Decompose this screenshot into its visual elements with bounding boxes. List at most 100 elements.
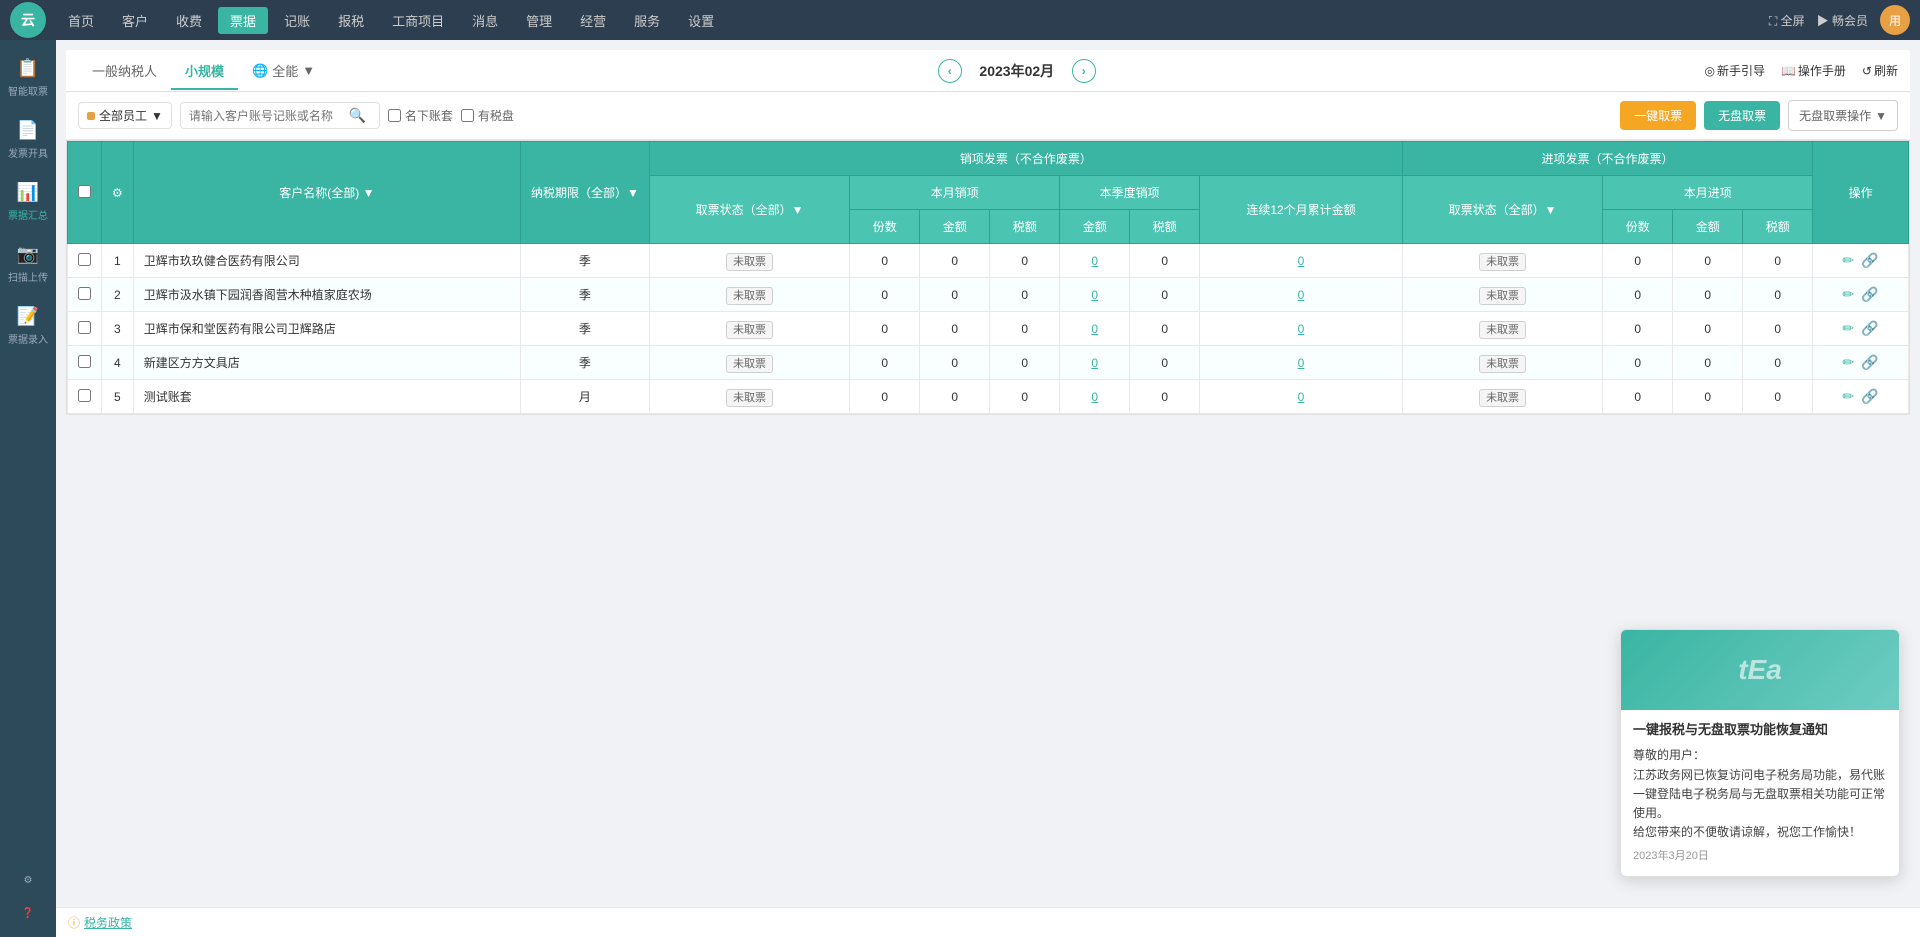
- settings-col-icon[interactable]: ⚙: [112, 186, 123, 200]
- edit-icon[interactable]: ✏: [1842, 252, 1854, 268]
- customer-name-cell: 卫辉市玖玖健合医药有限公司: [133, 244, 520, 278]
- tax-policy-link[interactable]: 税务政策: [84, 914, 132, 931]
- nav-accounting[interactable]: 记账: [272, 7, 322, 34]
- row-checkbox[interactable]: [78, 287, 91, 300]
- sales-quarter-tax-cell: 0: [1130, 244, 1200, 278]
- annual12-cell: 0: [1200, 278, 1403, 312]
- nav-customer[interactable]: 客户: [110, 7, 160, 34]
- search-icon[interactable]: 🔍: [349, 107, 366, 124]
- row-checkbox[interactable]: [78, 253, 91, 266]
- purchase-status-cell: 未取票: [1402, 278, 1602, 312]
- tax-disk-filter[interactable]: 有税盘: [461, 107, 514, 124]
- sidebar-item-scan-upload[interactable]: 📷 扫描上传: [0, 236, 56, 292]
- purchase-month-copies-cell: 0: [1603, 346, 1673, 380]
- edit-icon[interactable]: ✏: [1842, 286, 1854, 302]
- user-avatar[interactable]: 用: [1880, 5, 1910, 35]
- select-all-checkbox[interactable]: [78, 185, 91, 198]
- purchase-month-copies-cell: 0: [1603, 380, 1673, 414]
- sales-month-tax-cell: 0: [990, 244, 1060, 278]
- left-sidebar: 📋 智能取票 📄 发票开具 📊 票据汇总 📷 扫描上传 📝 票据录入 ⚙ ❓: [0, 40, 56, 937]
- sales-month-copies-header: 份数: [850, 210, 920, 244]
- row-actions-cell: ✏ 🔗: [1813, 346, 1909, 380]
- purchase-month-tax-cell: 0: [1743, 346, 1813, 380]
- diskless-ticket-btn[interactable]: 无盘取票: [1704, 101, 1780, 130]
- dropdown-ops-icon: ▼: [1875, 109, 1887, 123]
- tab-bar: 一般纳税人 小规模 🌐 全能 ▼ ‹ 2023年02月 ›: [66, 50, 1910, 92]
- row-checkbox[interactable]: [78, 389, 91, 402]
- table-row: 5 测试账套 月 未取票 0 0 0 0 0 0 未取票 0 0 0 ✏ 🔗: [68, 380, 1909, 414]
- tab-general-taxpayer[interactable]: 一般纳税人: [78, 53, 171, 90]
- search-input-field[interactable]: [189, 109, 349, 123]
- purchase-month-tax-cell: 0: [1743, 244, 1813, 278]
- sales-status-cell: 未取票: [649, 346, 849, 380]
- purchase-status-cell: 未取票: [1402, 346, 1602, 380]
- next-month-btn[interactable]: ›: [1072, 59, 1096, 83]
- manual-btn[interactable]: 📖 操作手册: [1781, 62, 1846, 79]
- edit-icon[interactable]: ✏: [1842, 354, 1854, 370]
- tab-all[interactable]: 🌐 全能 ▼: [238, 53, 329, 90]
- nav-home[interactable]: 首页: [56, 7, 106, 34]
- sales-month-tax-cell: 0: [990, 346, 1060, 380]
- edit-icon[interactable]: ✏: [1842, 320, 1854, 336]
- sidebar-help-btn[interactable]: ❓: [18, 900, 38, 927]
- popup-deco-icon: tEa: [1738, 654, 1782, 686]
- view-icon[interactable]: 🔗: [1861, 286, 1878, 302]
- sidebar-item-smart-ticket[interactable]: 📋 智能取票: [0, 50, 56, 106]
- tax-period-cell: 季: [520, 244, 649, 278]
- owned-accounts-filter[interactable]: 名下账套: [388, 107, 453, 124]
- sidebar-item-invoice-entry[interactable]: 📝 票据录入: [0, 298, 56, 354]
- new-guide-btn[interactable]: ◎ 新手引导: [1704, 62, 1765, 79]
- settings-icon: ⚙: [24, 875, 33, 886]
- one-click-ticket-btn[interactable]: 一键取票: [1620, 101, 1696, 130]
- diskless-ticket-ops-btn[interactable]: 无盘取票操作 ▼: [1788, 100, 1898, 131]
- nav-settings[interactable]: 设置: [676, 7, 726, 34]
- tab-small-scale[interactable]: 小规模: [171, 53, 238, 90]
- sidebar-item-invoice-summary[interactable]: 📊 票据汇总: [0, 174, 56, 230]
- sales-invoice-header: 销项发票（不合作废票）: [649, 142, 1402, 176]
- manual-icon: 📖: [1781, 64, 1796, 78]
- sales-quarter-tax-cell: 0: [1130, 380, 1200, 414]
- customer-name-cell: 卫辉市汲水镇下园润香阁营木种植家庭农场: [133, 278, 520, 312]
- row-checkbox[interactable]: [78, 355, 91, 368]
- bottom-bar: ⓘ 税务政策: [56, 907, 1920, 937]
- view-icon[interactable]: 🔗: [1861, 320, 1878, 336]
- nav-operation[interactable]: 经营: [568, 7, 618, 34]
- fullscreen-btn[interactable]: ⛶ 全屏: [1769, 12, 1805, 29]
- notification-popup: × tEa 一键报税与无盘取票功能恢复通知 尊敬的用户： 江苏政务网已恢复访问电…: [1620, 629, 1900, 877]
- employee-filter[interactable]: 全部员工 ▼: [78, 102, 172, 129]
- sales-month-copies-cell: 0: [850, 312, 920, 346]
- sidebar-settings-btn[interactable]: ⚙: [18, 867, 38, 894]
- row-checkbox[interactable]: [78, 321, 91, 334]
- sales-status-header: 取票状态（全部）▼: [649, 176, 849, 244]
- nav-invoice[interactable]: 票据: [218, 7, 268, 34]
- view-icon[interactable]: 🔗: [1861, 354, 1878, 370]
- row-id: 4: [102, 346, 134, 380]
- purchase-month-tax-cell: 0: [1743, 278, 1813, 312]
- toolbar-left: 全部员工 ▼ 🔍 名下账套 有税盘: [78, 102, 1610, 129]
- nav-menu: 首页 客户 收费 票据 记账 报税 工商项目 消息 管理 经营 服务 设置: [56, 7, 1769, 34]
- guide-icon: ◎: [1704, 64, 1714, 78]
- view-icon[interactable]: 🔗: [1861, 252, 1878, 268]
- nav-message[interactable]: 消息: [460, 7, 510, 34]
- sales-month-amount-cell: 0: [920, 312, 990, 346]
- tax-disk-checkbox[interactable]: [461, 109, 474, 122]
- nav-manage[interactable]: 管理: [514, 7, 564, 34]
- tax-period-cell: 月: [520, 380, 649, 414]
- owned-accounts-checkbox[interactable]: [388, 109, 401, 122]
- nav-service[interactable]: 服务: [622, 7, 672, 34]
- annual12-cell: 0: [1200, 244, 1403, 278]
- vip-btn[interactable]: ▶ 畅会员: [1817, 12, 1868, 29]
- view-icon[interactable]: 🔗: [1861, 388, 1878, 404]
- row-actions-cell: ✏ 🔗: [1813, 380, 1909, 414]
- tax-period-cell: 季: [520, 312, 649, 346]
- sidebar-item-invoice-issue[interactable]: 📄 发票开具: [0, 112, 56, 168]
- edit-icon[interactable]: ✏: [1842, 388, 1854, 404]
- nav-tax[interactable]: 报税: [326, 7, 376, 34]
- purchase-month-amount-cell: 0: [1673, 346, 1743, 380]
- refresh-btn[interactable]: ↺ 刷新: [1862, 62, 1898, 79]
- nav-business[interactable]: 工商项目: [380, 7, 456, 34]
- toolbar: 全部员工 ▼ 🔍 名下账套 有税盘 一键取票 无盘取票: [66, 92, 1910, 140]
- prev-month-btn[interactable]: ‹: [938, 59, 962, 83]
- sales-quarter-amount-cell: 0: [1060, 380, 1130, 414]
- nav-fee[interactable]: 收费: [164, 7, 214, 34]
